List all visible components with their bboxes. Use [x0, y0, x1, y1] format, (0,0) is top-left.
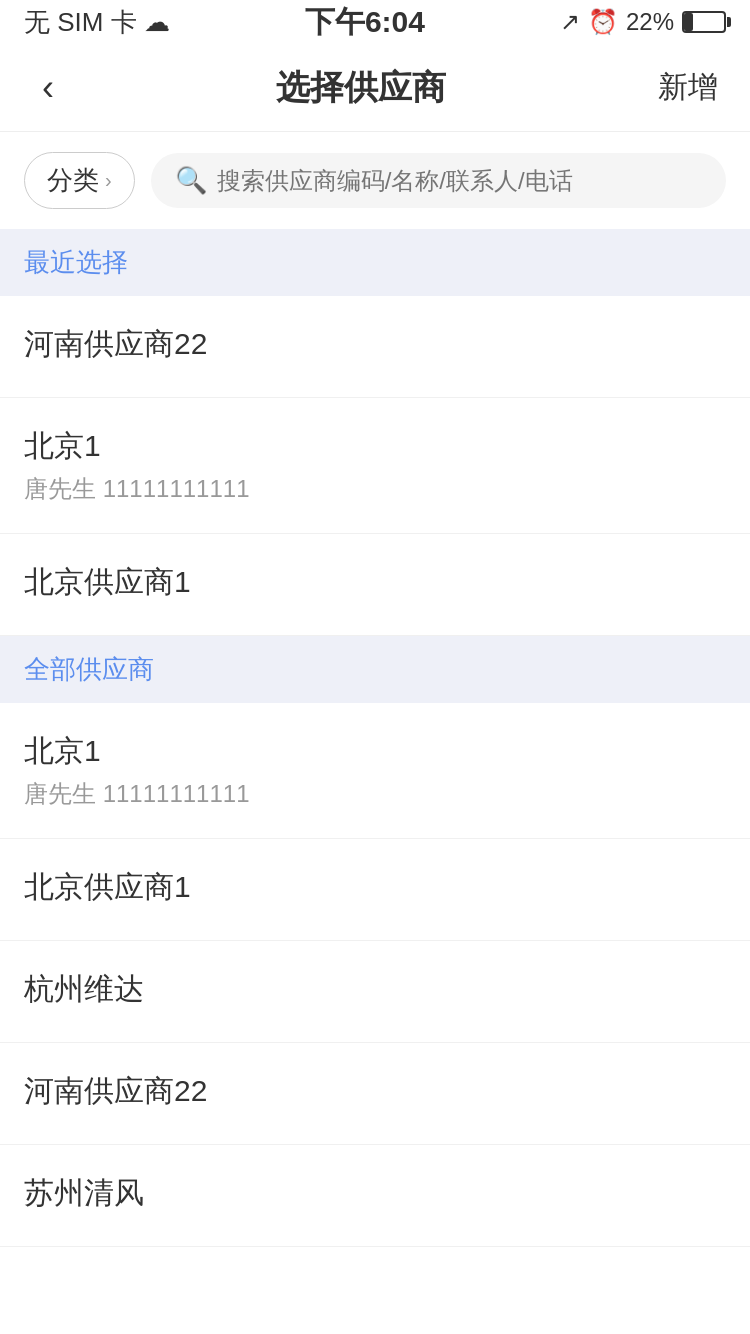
item-name: 北京供应商1: [24, 562, 726, 603]
status-right: ↗ ⏰ 22%: [560, 8, 726, 36]
back-button[interactable]: ‹: [32, 57, 64, 119]
list-item[interactable]: 杭州维达: [0, 941, 750, 1043]
recent-items-list: 河南供应商22 北京1 唐先生 11111111111 北京供应商1: [0, 296, 750, 636]
list-item[interactable]: 河南供应商22: [0, 1043, 750, 1145]
recent-section-label: 最近选择: [24, 247, 128, 277]
list-item[interactable]: 北京1 唐先生 11111111111: [0, 703, 750, 839]
battery-icon: [682, 11, 726, 33]
sim-label: 无 SIM 卡 ☁: [24, 5, 170, 40]
nav-bar: ‹ 选择供应商 新增: [0, 44, 750, 132]
all-section-header: 全部供应商: [0, 636, 750, 703]
search-input[interactable]: [217, 167, 702, 195]
item-name: 苏州清风: [24, 1173, 726, 1214]
item-name: 杭州维达: [24, 969, 726, 1010]
status-time: 下午6:04: [305, 2, 425, 43]
item-name: 河南供应商22: [24, 324, 726, 365]
list-item[interactable]: 北京供应商1: [0, 839, 750, 941]
item-sub: 唐先生 11111111111: [24, 778, 726, 810]
recent-section-header: 最近选择: [0, 229, 750, 296]
search-box: 🔍: [151, 153, 726, 208]
filter-bar: 分类 › 🔍: [0, 132, 750, 229]
list-item[interactable]: 北京1 唐先生 11111111111: [0, 398, 750, 534]
category-filter[interactable]: 分类 ›: [24, 152, 135, 209]
status-left: 无 SIM 卡 ☁: [24, 5, 170, 40]
page-title: 选择供应商: [276, 65, 446, 111]
list-item[interactable]: 河南供应商22: [0, 296, 750, 398]
search-icon: 🔍: [175, 165, 207, 196]
alarm-icon: ⏰: [588, 8, 618, 36]
list-item[interactable]: 苏州清风: [0, 1145, 750, 1247]
item-sub: 唐先生 11111111111: [24, 473, 726, 505]
add-button[interactable]: 新增: [658, 67, 718, 108]
item-name: 北京1: [24, 426, 726, 467]
location-icon: ↗: [560, 8, 580, 36]
list-item[interactable]: 北京供应商1: [0, 534, 750, 636]
item-name: 北京1: [24, 731, 726, 772]
category-label: 分类: [47, 163, 99, 198]
status-bar: 无 SIM 卡 ☁ 下午6:04 ↗ ⏰ 22%: [0, 0, 750, 44]
item-name: 北京供应商1: [24, 867, 726, 908]
all-items-list: 北京1 唐先生 11111111111 北京供应商1 杭州维达河南供应商22 苏州清风: [0, 703, 750, 1247]
item-name: 河南供应商22: [24, 1071, 726, 1112]
battery-label: 22%: [626, 8, 674, 36]
all-section-label: 全部供应商: [24, 654, 154, 684]
chevron-right-icon: ›: [105, 169, 112, 192]
